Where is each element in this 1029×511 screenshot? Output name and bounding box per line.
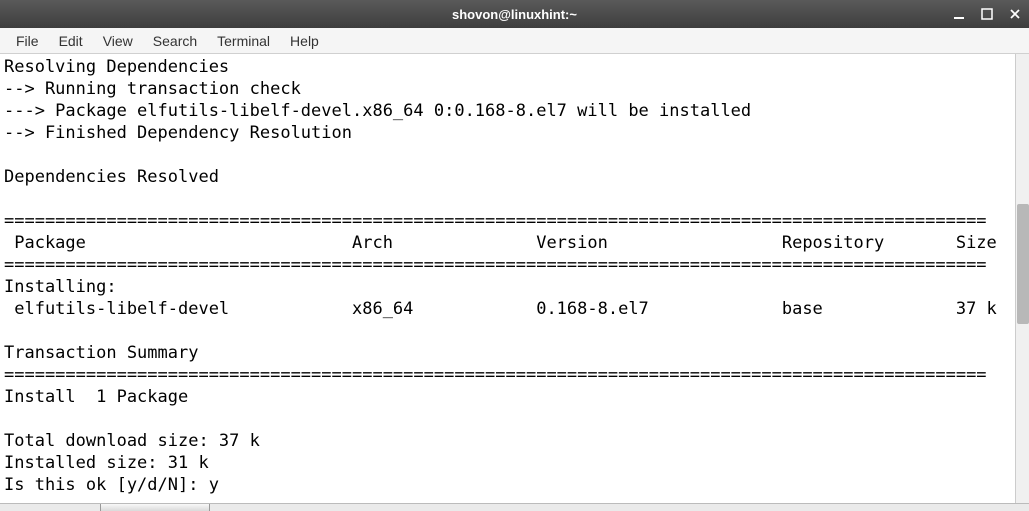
menu-help[interactable]: Help [280,30,329,52]
scrollbar[interactable] [1015,54,1029,503]
terminal-line: Dependencies Resolved [4,167,219,187]
titlebar: shovon@linuxhint:~ [0,0,1029,28]
terminal-line: ========================================… [4,255,987,275]
maximize-icon[interactable] [979,6,995,22]
window-title: shovon@linuxhint:~ [452,7,577,22]
bottom-bar [0,503,1029,511]
terminal-line: Total download size: 37 k [4,431,260,451]
menu-view[interactable]: View [93,30,143,52]
terminal-line: elfutils-libelf-devel x86_64 0.168-8.el7… [4,299,997,319]
terminal-line: --> Running transaction check [4,79,301,99]
menu-search[interactable]: Search [143,30,207,52]
close-icon[interactable] [1007,6,1023,22]
terminal-line: Is this ok [y/d/N]: y [4,475,219,495]
terminal-line: ========================================… [4,211,987,231]
terminal-line: ========================================… [4,365,987,385]
terminal-line: ---> Package elfutils-libelf-devel.x86_6… [4,101,751,121]
terminal-line: Transaction Summary [4,343,198,363]
window-controls [951,6,1023,22]
terminal-line: --> Finished Dependency Resolution [4,123,352,143]
terminal-line: Package Arch Version Repository Size [4,233,997,253]
minimize-icon[interactable] [951,6,967,22]
terminal-output[interactable]: Resolving Dependencies --> Running trans… [0,54,1029,503]
scroll-thumb[interactable] [1017,204,1029,324]
menu-edit[interactable]: Edit [49,30,93,52]
terminal-line: Installed size: 31 k [4,453,209,473]
terminal-line: Install 1 Package [4,387,188,407]
menubar: File Edit View Search Terminal Help [0,28,1029,54]
menu-terminal[interactable]: Terminal [207,30,280,52]
tab-indicator[interactable] [100,504,210,511]
terminal-line: Installing: [4,277,117,297]
menu-file[interactable]: File [6,30,49,52]
terminal-line: Resolving Dependencies [4,57,229,77]
